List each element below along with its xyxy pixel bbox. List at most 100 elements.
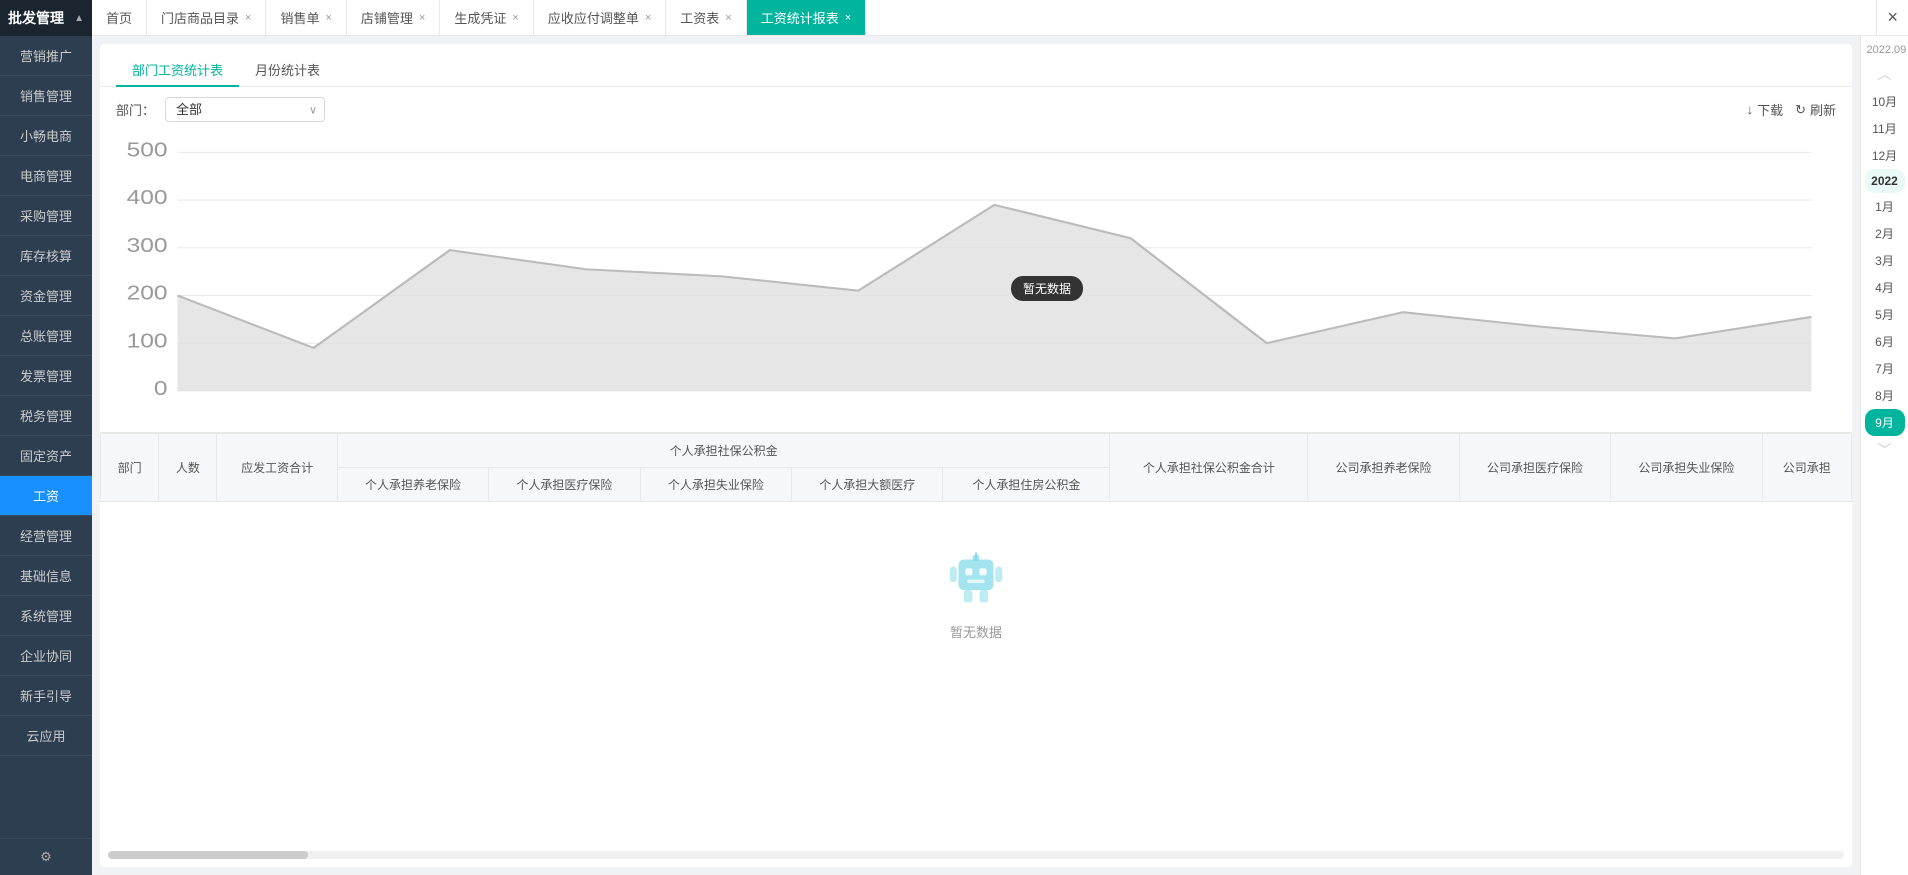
empty-text: 暂无数据 bbox=[950, 622, 1002, 641]
timeline-item-8月[interactable]: 8月 bbox=[1865, 382, 1905, 409]
download-button[interactable]: ↓ 下载 bbox=[1747, 100, 1784, 119]
sidebar-settings[interactable]: ⚙ bbox=[0, 838, 92, 875]
tab-店铺管理[interactable]: 店铺管理× bbox=[347, 0, 440, 36]
close-all-button[interactable]: × bbox=[1876, 0, 1908, 36]
table-subheader-个人承担失业保险: 个人承担失业保险 bbox=[640, 468, 791, 502]
sidebar-item-经营管理[interactable]: 经营管理 bbox=[0, 516, 92, 556]
timeline-item-10月[interactable]: 10月 bbox=[1865, 88, 1905, 115]
timeline-item-9月[interactable]: 9月 bbox=[1865, 409, 1905, 436]
sidebar-item-销售管理[interactable]: 销售管理 bbox=[0, 76, 92, 116]
sub-tab-月份统计表[interactable]: 月份统计表 bbox=[239, 54, 336, 87]
tab-label: 销售单 bbox=[280, 8, 319, 27]
sidebar: 批发管理 ▲ 营销推广销售管理小畅电商电商管理采购管理库存核算资金管理总账管理发… bbox=[0, 0, 92, 875]
refresh-icon: ↻ bbox=[1795, 102, 1806, 118]
tab-生成凭证[interactable]: 生成凭证× bbox=[440, 0, 533, 36]
dept-select-wrapper: 全部 bbox=[165, 97, 325, 122]
timeline-item-3月[interactable]: 3月 bbox=[1865, 247, 1905, 274]
tab-close-icon[interactable]: × bbox=[325, 12, 331, 24]
dept-label: 部门： bbox=[116, 100, 155, 119]
sub-tabs: 部门工资统计表月份统计表 bbox=[100, 44, 1852, 87]
sidebar-item-总账管理[interactable]: 总账管理 bbox=[0, 316, 92, 356]
timeline-item-6月[interactable]: 6月 bbox=[1865, 328, 1905, 355]
dept-select[interactable]: 全部 bbox=[165, 97, 325, 122]
table-header-个人承担社保公积金: 个人承担社保公积金 bbox=[337, 434, 1110, 468]
tab-close-icon[interactable]: × bbox=[419, 12, 425, 24]
tab-label: 门店商品目录 bbox=[161, 8, 239, 27]
tab-close-icon[interactable]: × bbox=[725, 12, 731, 24]
sidebar-item-营销推广[interactable]: 营销推广 bbox=[0, 36, 92, 76]
timeline-item-12月[interactable]: 12月 bbox=[1865, 142, 1905, 169]
svg-text:300: 300 bbox=[127, 233, 168, 257]
sidebar-collapse-icon: ▲ bbox=[74, 13, 84, 24]
main-content: 首页门店商品目录×销售单×店铺管理×生成凭证×应收应付调整单×工资表×工资统计报… bbox=[92, 0, 1908, 875]
table-header-extra-公司承担医疗保险: 公司承担医疗保险 bbox=[1459, 434, 1610, 502]
sidebar-item-基础信息[interactable]: 基础信息 bbox=[0, 556, 92, 596]
tab-label: 工资统计报表 bbox=[761, 8, 839, 27]
tabs-container: 首页门店商品目录×销售单×店铺管理×生成凭证×应收应付调整单×工资表×工资统计报… bbox=[92, 0, 1876, 36]
tab-门店商品目录[interactable]: 门店商品目录 × bbox=[147, 0, 266, 36]
timeline-panel: 2022.09︿10月11月12月20221月2月3月4月5月6月7月8月9月﹀ bbox=[1860, 36, 1908, 875]
tab-label: 首页 bbox=[106, 8, 132, 27]
tab-首页[interactable]: 首页 bbox=[92, 0, 147, 36]
table-header-extra-公司承担失业保险: 公司承担失业保险 bbox=[1611, 434, 1762, 502]
tab-销售单[interactable]: 销售单 × bbox=[266, 0, 346, 36]
tab-应收应付调整单[interactable]: 应收应付调整单 × bbox=[534, 0, 666, 36]
sidebar-item-电商管理[interactable]: 电商管理 bbox=[0, 156, 92, 196]
timeline-item-2022[interactable]: 2022 bbox=[1865, 169, 1905, 193]
sidebar-item-税务管理[interactable]: 税务管理 bbox=[0, 396, 92, 436]
sidebar-item-库存核算[interactable]: 库存核算 bbox=[0, 236, 92, 276]
table-scroll-thumb bbox=[108, 851, 308, 859]
content-area: 部门工资统计表月份统计表 部门： 全部 ↓ 下载 ↻ 刷新 bbox=[100, 44, 1852, 867]
timeline-item-11月[interactable]: 11月 bbox=[1865, 115, 1905, 142]
tab-close-icon[interactable]: × bbox=[645, 12, 651, 24]
tab-工资表[interactable]: 工资表 × bbox=[666, 0, 746, 36]
tab-工资统计报表[interactable]: 工资统计报表 × bbox=[747, 0, 866, 36]
sub-tab-部门工资统计表[interactable]: 部门工资统计表 bbox=[116, 54, 239, 87]
download-icon: ↓ bbox=[1747, 102, 1754, 117]
sidebar-item-小畅电商[interactable]: 小畅电商 bbox=[0, 116, 92, 156]
svg-text:500: 500 bbox=[127, 142, 168, 161]
sidebar-item-发票管理[interactable]: 发票管理 bbox=[0, 356, 92, 396]
chart-area: 0100200300400500 暂无数据 bbox=[100, 132, 1852, 432]
svg-text:0: 0 bbox=[154, 376, 168, 400]
table-header-extra-个人承担社保公积金合计: 个人承担社保公积金合计 bbox=[1110, 434, 1308, 502]
refresh-label: 刷新 bbox=[1810, 100, 1836, 119]
chart-svg: 0100200300400500 bbox=[116, 142, 1836, 422]
tab-label: 应收应付调整单 bbox=[548, 8, 639, 27]
sidebar-items: 营销推广销售管理小畅电商电商管理采购管理库存核算资金管理总账管理发票管理税务管理… bbox=[0, 36, 92, 756]
tab-close-icon[interactable]: × bbox=[245, 12, 251, 24]
refresh-button[interactable]: ↻ 刷新 bbox=[1795, 100, 1836, 119]
timeline-down-arrow[interactable]: ﹀ bbox=[1874, 436, 1896, 464]
sidebar-item-新手引导[interactable]: 新手引导 bbox=[0, 676, 92, 716]
timeline-item-7月[interactable]: 7月 bbox=[1865, 355, 1905, 382]
chart-tooltip: 暂无数据 bbox=[1011, 276, 1083, 301]
sidebar-item-采购管理[interactable]: 采购管理 bbox=[0, 196, 92, 236]
timeline-item-4月[interactable]: 4月 bbox=[1865, 274, 1905, 301]
tab-label: 工资表 bbox=[680, 8, 719, 27]
sidebar-item-固定资产[interactable]: 固定资产 bbox=[0, 436, 92, 476]
sidebar-item-企业协同[interactable]: 企业协同 bbox=[0, 636, 92, 676]
timeline-year-label[interactable]: 2022.09 bbox=[1865, 40, 1905, 60]
table-scrollbar[interactable] bbox=[108, 851, 1844, 859]
timeline-item-2月[interactable]: 2月 bbox=[1865, 220, 1905, 247]
tab-close-icon[interactable]: × bbox=[845, 12, 851, 24]
toolbar: 部门： 全部 ↓ 下载 ↻ 刷新 bbox=[100, 87, 1852, 132]
download-label: 下载 bbox=[1757, 100, 1783, 119]
table-header-extra-公司承担养老保险: 公司承担养老保险 bbox=[1308, 434, 1459, 502]
timeline-up-arrow[interactable]: ︿ bbox=[1874, 60, 1896, 88]
sidebar-item-系统管理[interactable]: 系统管理 bbox=[0, 596, 92, 636]
sidebar-header[interactable]: 批发管理 ▲ bbox=[0, 0, 92, 36]
data-table: 部门人数应发工资合计个人承担社保公积金个人承担社保公积金合计公司承担养老保险公司… bbox=[100, 433, 1852, 502]
sidebar-item-工资[interactable]: 工资 bbox=[0, 476, 92, 516]
tab-close-icon[interactable]: × bbox=[512, 12, 518, 24]
sidebar-title: 批发管理 bbox=[8, 8, 64, 28]
timeline-item-1月[interactable]: 1月 bbox=[1865, 193, 1905, 220]
sidebar-item-云应用[interactable]: 云应用 bbox=[0, 716, 92, 756]
toolbar-right: ↓ 下载 ↻ 刷新 bbox=[1747, 100, 1836, 119]
table-subheader-个人承担住房公积金: 个人承担住房公积金 bbox=[943, 468, 1110, 502]
table-header-人数: 人数 bbox=[159, 434, 217, 502]
table-area[interactable]: 部门人数应发工资合计个人承担社保公积金个人承担社保公积金合计公司承担养老保险公司… bbox=[100, 432, 1852, 851]
table-header-应发工资合计: 应发工资合计 bbox=[217, 434, 337, 502]
sidebar-item-资金管理[interactable]: 资金管理 bbox=[0, 276, 92, 316]
timeline-item-5月[interactable]: 5月 bbox=[1865, 301, 1905, 328]
